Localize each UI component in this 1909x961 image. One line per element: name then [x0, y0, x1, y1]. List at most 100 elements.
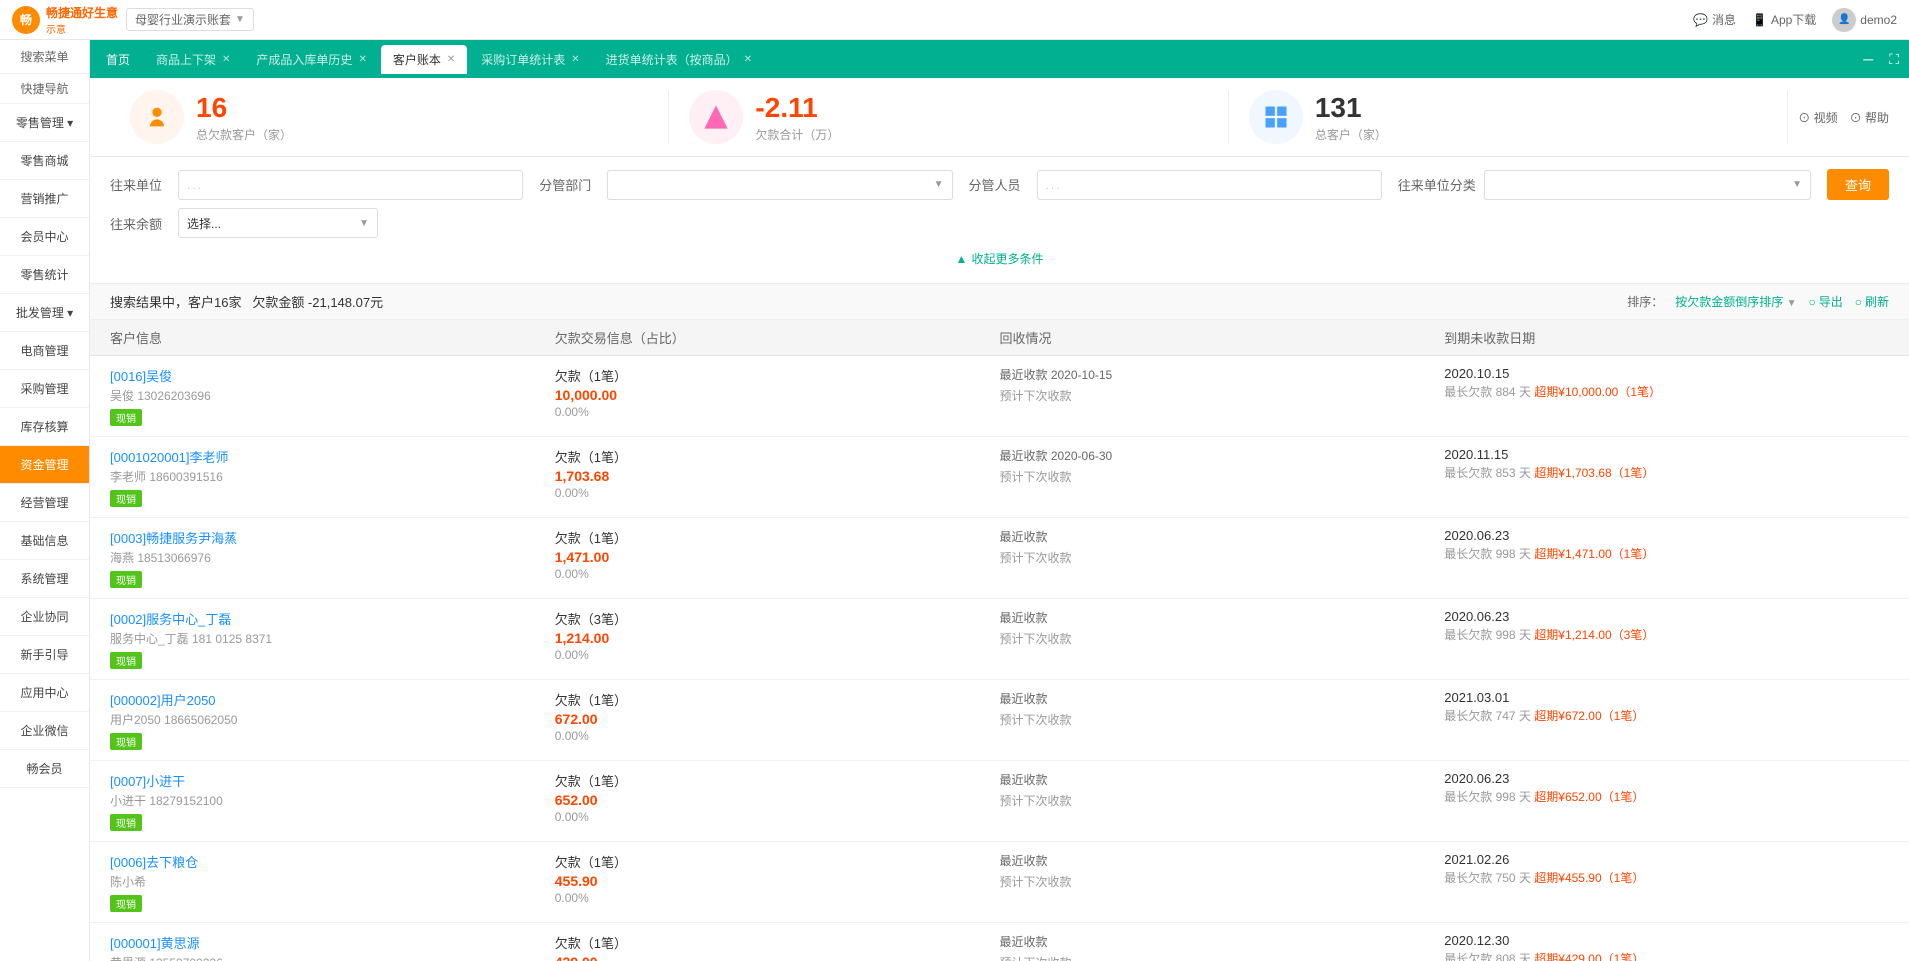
sidebar-item-marketing[interactable]: 营销推广: [0, 180, 89, 218]
help-btn[interactable]: ⊙ 帮助: [1850, 109, 1889, 126]
recovery-next-5: 预计下次收款: [1000, 792, 1445, 809]
customer-info-1: [0001020001]李老师 李老师 18600391516 现销: [110, 447, 555, 507]
customer-name-2[interactable]: [0003]畅捷服务尹海蒸: [110, 528, 555, 547]
sidebar: 搜索菜单 快捷导航 零售管理 ▾ 零售商城 营销推广 会员中心 零售统计 批发管…: [0, 40, 90, 961]
source-unit-input[interactable]: ...: [178, 170, 523, 200]
sidebar-item-system[interactable]: 系统管理: [0, 560, 89, 598]
user-avatar[interactable]: 👤 demo2: [1832, 8, 1897, 32]
sidebar-item-retail-stats[interactable]: 零售统计: [0, 256, 89, 294]
customer-phone-4: 用户2050 18665062050: [110, 711, 555, 728]
table-row[interactable]: [0007]小进干 小进干 18279152100 现销 欠款（1笔） 652.…: [90, 761, 1909, 842]
unit-type-select[interactable]: ▼: [1484, 170, 1811, 200]
customer-name-7[interactable]: [000001]黄思源: [110, 933, 555, 952]
tab-minimize-btn[interactable]: ─: [1857, 49, 1879, 69]
view-video-btn[interactable]: ⊙ 视频: [1798, 109, 1837, 126]
overdue-amount-1[interactable]: 超期¥1,703.68（1笔）: [1534, 466, 1654, 480]
sidebar-item-ecommerce[interactable]: 电商管理: [0, 332, 89, 370]
overdue-amount-6[interactable]: 超期¥455.90（1笔）: [1534, 871, 1644, 885]
tab-inventory-history-close[interactable]: ✕: [358, 54, 366, 65]
debt-amount-2[interactable]: 1,471.00: [555, 549, 1000, 565]
tab-maximize-btn[interactable]: ⛶: [1883, 49, 1905, 70]
debt-amount-6[interactable]: 455.90: [555, 873, 1000, 889]
table-row[interactable]: [0002]服务中心_丁磊 服务中心_丁磊 181 0125 8371 现销 欠…: [90, 599, 1909, 680]
export-btn[interactable]: ○ 导出: [1808, 293, 1842, 310]
recovery-date-4: 最近收款: [1000, 690, 1445, 707]
customer-name-4[interactable]: [000002]用户2050: [110, 690, 555, 709]
debt-info-0: 欠款（1笔） 10,000.00 0.00%: [555, 366, 1000, 419]
customer-name-5[interactable]: [0007]小进干: [110, 771, 555, 790]
overdue-amount-7[interactable]: 超期¥429.00（1笔）: [1534, 952, 1644, 961]
table-row[interactable]: [000002]用户2050 用户2050 18665062050 现销 欠款（…: [90, 680, 1909, 761]
store-selector[interactable]: 母婴行业演示账套 ▼: [126, 8, 254, 31]
customer-tag-3: 现销: [110, 652, 142, 669]
table-row[interactable]: [0001020001]李老师 李老师 18600391516 现销 欠款（1笔…: [90, 437, 1909, 518]
unit-type-label: 往来单位分类: [1398, 175, 1476, 194]
refresh-btn[interactable]: ○ 刷新: [1855, 293, 1889, 310]
debt-amount-7[interactable]: 429.00: [555, 954, 1000, 961]
sidebar-item-basic-info[interactable]: 基础信息: [0, 522, 89, 560]
sidebar-quick-nav[interactable]: 快捷导航: [0, 74, 89, 104]
debt-amount-4[interactable]: 672.00: [555, 711, 1000, 727]
dept-select[interactable]: ▼: [607, 170, 952, 200]
customer-name-3[interactable]: [0002]服务中心_丁磊: [110, 609, 555, 628]
customer-name-1[interactable]: [0001020001]李老师: [110, 447, 555, 466]
overdue-amount-3[interactable]: 超期¥1,214.00（3笔）: [1534, 628, 1654, 642]
debt-amount-3[interactable]: 1,214.00: [555, 630, 1000, 646]
table-row[interactable]: [0006]去下粮仓 陈小希 现销 欠款（1笔） 455.90 0.00% 最近…: [90, 842, 1909, 923]
tab-purchase-stats-close[interactable]: ✕: [571, 54, 579, 65]
overdue-amount-0[interactable]: 超期¥10,000.00（1笔）: [1534, 385, 1661, 399]
overdue-info-1: 2020.11.15 最长欠款 853 天 超期¥1,703.68（1笔）: [1444, 447, 1889, 483]
customer-info-6: [0006]去下粮仓 陈小希 现销: [110, 852, 555, 912]
debt-ratio-2: 0.00%: [555, 567, 1000, 581]
sidebar-item-retail-mgmt[interactable]: 零售管理 ▾: [0, 104, 89, 142]
app-download-btn[interactable]: 📱 App下载: [1752, 11, 1816, 28]
table-row[interactable]: [0016]吴俊 吴俊 13026203696 现销 欠款（1笔） 10,000…: [90, 356, 1909, 437]
tab-customer-ledger[interactable]: 客户账本 ✕: [381, 45, 467, 74]
sidebar-search[interactable]: 搜索菜单: [0, 40, 89, 74]
overdue-amount-4[interactable]: 超期¥672.00（1笔）: [1534, 709, 1644, 723]
customer-phone-1: 李老师 18600391516: [110, 468, 555, 485]
overdue-info-7: 2020.12.30 最长欠款 808 天 超期¥429.00（1笔）: [1444, 933, 1889, 961]
debt-amount-0[interactable]: 10,000.00: [555, 387, 1000, 403]
balance-select[interactable]: 选择... ▼: [178, 208, 378, 238]
sidebar-item-operations[interactable]: 经营管理: [0, 484, 89, 522]
sidebar-item-guide[interactable]: 新手引导: [0, 636, 89, 674]
message-btn[interactable]: 💬 消息: [1693, 11, 1736, 28]
sidebar-item-member[interactable]: 会员中心: [0, 218, 89, 256]
sidebar-item-wholesale[interactable]: 批发管理 ▾: [0, 294, 89, 332]
sidebar-item-member2[interactable]: 畅会员: [0, 750, 89, 788]
sidebar-item-inventory[interactable]: 库存核算: [0, 408, 89, 446]
collapse-btn[interactable]: ▲ 收起更多条件: [956, 250, 1044, 267]
manager-label: 分管人员: [969, 175, 1029, 194]
tab-purchase-stats[interactable]: 采购订单统计表 ✕: [469, 45, 591, 74]
customer-name-0[interactable]: [0016]吴俊: [110, 366, 555, 385]
tab-inbound-stats[interactable]: 进货单统计表（按商品） ✕: [594, 45, 764, 74]
debt-amount-5[interactable]: 652.00: [555, 792, 1000, 808]
debt-count-2: 欠款（1笔）: [555, 528, 1000, 547]
tab-product-listing[interactable]: 商品上下架 ✕: [144, 45, 242, 74]
sidebar-item-enterprise[interactable]: 企业协同: [0, 598, 89, 636]
table-row[interactable]: [0003]畅捷服务尹海蒸 海燕 18513066976 现销 欠款（1笔） 1…: [90, 518, 1909, 599]
sidebar-item-wechat[interactable]: 企业微信: [0, 712, 89, 750]
debt-count-7: 欠款（1笔）: [555, 933, 1000, 952]
tab-product-listing-close[interactable]: ✕: [222, 54, 230, 65]
tab-home[interactable]: 首页: [94, 45, 142, 74]
export-icon: ○: [1808, 295, 1815, 309]
tab-inventory-history[interactable]: 产成品入库单历史 ✕: [244, 45, 378, 74]
sort-select[interactable]: 按欠款金额倒序排序 ▼: [1675, 293, 1796, 310]
table-row[interactable]: [000001]黄思源 黄思源 13552700226 现销 欠款（1笔） 42…: [90, 923, 1909, 961]
customer-name-6[interactable]: [0006]去下粮仓: [110, 852, 555, 871]
result-actions: 排序： 按欠款金额倒序排序 ▼ ○ 导出 ○ 刷新: [1627, 293, 1889, 310]
tab-inbound-stats-close[interactable]: ✕: [744, 54, 752, 65]
overdue-amount-5[interactable]: 超期¥652.00（1笔）: [1534, 790, 1644, 804]
search-button[interactable]: 查询: [1827, 169, 1889, 200]
sidebar-item-apps[interactable]: 应用中心: [0, 674, 89, 712]
debt-amount-1[interactable]: 1,703.68: [555, 468, 1000, 484]
tab-customer-ledger-close[interactable]: ✕: [447, 54, 455, 65]
overdue-amount-2[interactable]: 超期¥1,471.00（1笔）: [1534, 547, 1654, 561]
sidebar-item-finance[interactable]: 资金管理: [0, 446, 89, 484]
sidebar-item-retail-mall[interactable]: 零售商城: [0, 142, 89, 180]
debt-count-5: 欠款（1笔）: [555, 771, 1000, 790]
sidebar-item-purchase[interactable]: 采购管理: [0, 370, 89, 408]
manager-input[interactable]: ...: [1037, 170, 1382, 200]
